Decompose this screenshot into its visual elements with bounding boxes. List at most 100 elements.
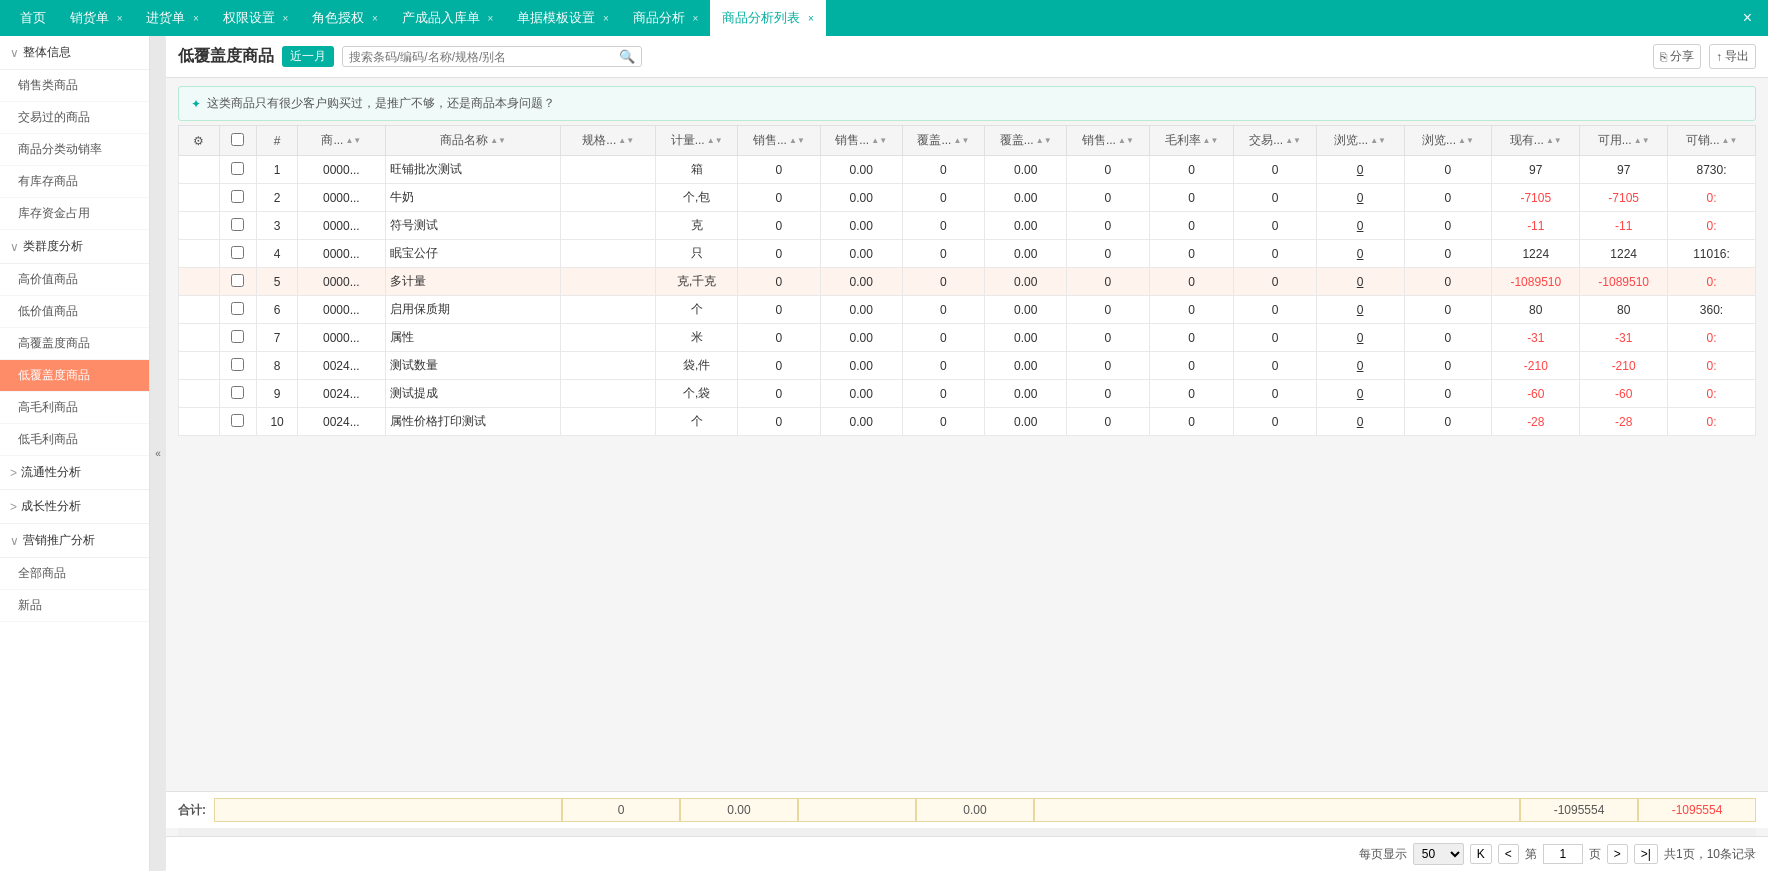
nav-close-icon[interactable]: × [372,13,378,24]
prev-page-button[interactable]: < [1498,844,1519,864]
row-current: 80 [1492,296,1580,324]
row-checkbox[interactable] [219,156,257,184]
row-settings [179,380,220,408]
nav-close-icon[interactable]: × [283,13,289,24]
row-view1[interactable]: 0 [1316,408,1404,436]
row-sales-amt: 0.00 [820,408,902,436]
nav-finished-goods[interactable]: 产成品入库单 × [390,0,505,36]
row-checkbox[interactable] [219,268,257,296]
row-checkbox[interactable] [219,324,257,352]
period-button[interactable]: 近一月 [282,46,334,67]
row-num: 2 [257,184,298,212]
nav-template-settings[interactable]: 单据模板设置 × [505,0,620,36]
share-button[interactable]: ⎘ 分享 [1653,44,1701,69]
sidebar-item-stocked-products[interactable]: 有库存商品 [0,166,149,198]
th-trans[interactable]: 交易...▲▼ [1234,126,1316,156]
th-code[interactable]: 商...▲▼ [297,126,385,156]
row-checkbox[interactable] [219,240,257,268]
page-number-input[interactable] [1543,844,1583,864]
th-current[interactable]: 现有...▲▼ [1492,126,1580,156]
sidebar-section-marketing[interactable]: ∨ 营销推广分析 [0,524,149,558]
row-view1[interactable]: 0 [1316,184,1404,212]
nav-close-icon[interactable]: × [117,13,123,24]
row-view2: 0 [1404,156,1492,184]
nav-close-icon[interactable]: × [193,13,199,24]
nav-close-icon[interactable]: × [488,13,494,24]
sidebar-section-overall[interactable]: ∨ 整体信息 [0,36,149,70]
nav-sales-order[interactable]: 销货单 × [58,0,134,36]
nav-close-icon[interactable]: × [692,13,698,24]
th-view1[interactable]: 浏览...▲▼ [1316,126,1404,156]
sidebar-item-high-coverage[interactable]: 高覆盖度商品 [0,328,149,360]
row-view1[interactable]: 0 [1316,240,1404,268]
row-checkbox[interactable] [219,352,257,380]
next-page-button[interactable]: > [1607,844,1628,864]
th-sales2[interactable]: 销售...▲▼ [1067,126,1149,156]
sort-arrows-icon: ▲▼ [789,137,805,145]
sidebar-item-sales-products[interactable]: 销售类商品 [0,70,149,102]
nav-product-analysis[interactable]: 商品分析 × [621,0,710,36]
th-settings[interactable]: ⚙ [179,126,220,156]
nav-close-icon[interactable]: × [603,13,609,24]
search-input[interactable] [349,50,619,64]
th-sellable[interactable]: 可销...▲▼ [1668,126,1756,156]
th-sales-amt[interactable]: 销售...▲▼ [820,126,902,156]
sidebar-item-inventory-capital[interactable]: 库存资金占用 [0,198,149,230]
row-unit: 个,包 [656,184,738,212]
row-gross: 0 [1149,184,1234,212]
nav-home[interactable]: 首页 [8,0,58,36]
row-view1[interactable]: 0 [1316,268,1404,296]
sidebar-item-traded-products[interactable]: 交易过的商品 [0,102,149,134]
th-view2[interactable]: 浏览...▲▼ [1404,126,1492,156]
sidebar-item-low-coverage[interactable]: 低覆盖度商品 [0,360,149,392]
row-sales-count: 0 [738,324,820,352]
th-spec[interactable]: 规格...▲▼ [561,126,656,156]
sidebar-item-low-value[interactable]: 低价值商品 [0,296,149,328]
row-view1[interactable]: 0 [1316,352,1404,380]
row-checkbox[interactable] [219,184,257,212]
sidebar-item-all-products[interactable]: 全部商品 [0,558,149,590]
select-all-checkbox[interactable] [231,133,244,146]
th-name[interactable]: 商品名称▲▼ [385,126,561,156]
nav-purchase-order[interactable]: 进货单 × [134,0,210,36]
nav-permissions[interactable]: 权限设置 × [211,0,300,36]
nav-product-analysis-list[interactable]: 商品分析列表 × [710,0,825,36]
sidebar-section-circulation[interactable]: > 流通性分析 [0,456,149,490]
th-unit[interactable]: 计量...▲▼ [656,126,738,156]
th-gross[interactable]: 毛利率▲▼ [1149,126,1234,156]
nav-close-icon[interactable]: × [808,13,814,24]
th-available[interactable]: 可用...▲▼ [1580,126,1668,156]
export-button[interactable]: ↑ 导出 [1709,44,1756,69]
sidebar-item-new-products[interactable]: 新品 [0,590,149,622]
row-checkbox[interactable] [219,296,257,324]
row-checkbox[interactable] [219,380,257,408]
row-view1[interactable]: 0 [1316,156,1404,184]
th-cover2[interactable]: 覆盖...▲▼ [985,126,1067,156]
row-code: 0000... [297,324,385,352]
per-page-select[interactable]: 50 10 20 100 [1413,843,1464,865]
horizontal-scrollbar[interactable] [178,828,1756,836]
last-page-button[interactable]: >| [1634,844,1658,864]
row-checkbox[interactable] [219,212,257,240]
sidebar-item-low-margin[interactable]: 低毛利商品 [0,424,149,456]
th-check[interactable] [219,126,257,156]
sidebar-item-category-rate[interactable]: 商品分类动销率 [0,134,149,166]
th-view2-label: 浏览... [1422,132,1456,149]
sidebar-item-high-value[interactable]: 高价值商品 [0,264,149,296]
chevron-down-icon: ∨ [10,46,19,60]
row-checkbox[interactable] [219,408,257,436]
window-close-button[interactable]: × [1735,9,1760,27]
th-cover1[interactable]: 覆盖...▲▼ [902,126,984,156]
row-view1[interactable]: 0 [1316,212,1404,240]
sidebar-collapse-button[interactable]: « [150,36,166,871]
row-view1[interactable]: 0 [1316,324,1404,352]
sidebar-item-high-margin[interactable]: 高毛利商品 [0,392,149,424]
row-view1[interactable]: 0 [1316,380,1404,408]
first-page-button[interactable]: K [1470,844,1492,864]
row-view1[interactable]: 0 [1316,296,1404,324]
sidebar-section-growth[interactable]: > 成长性分析 [0,490,149,524]
th-sales-count[interactable]: 销售...▲▼ [738,126,820,156]
sidebar-section-cluster[interactable]: ∨ 类群度分析 [0,230,149,264]
nav-role-auth[interactable]: 角色授权 × [300,0,389,36]
row-settings [179,212,220,240]
